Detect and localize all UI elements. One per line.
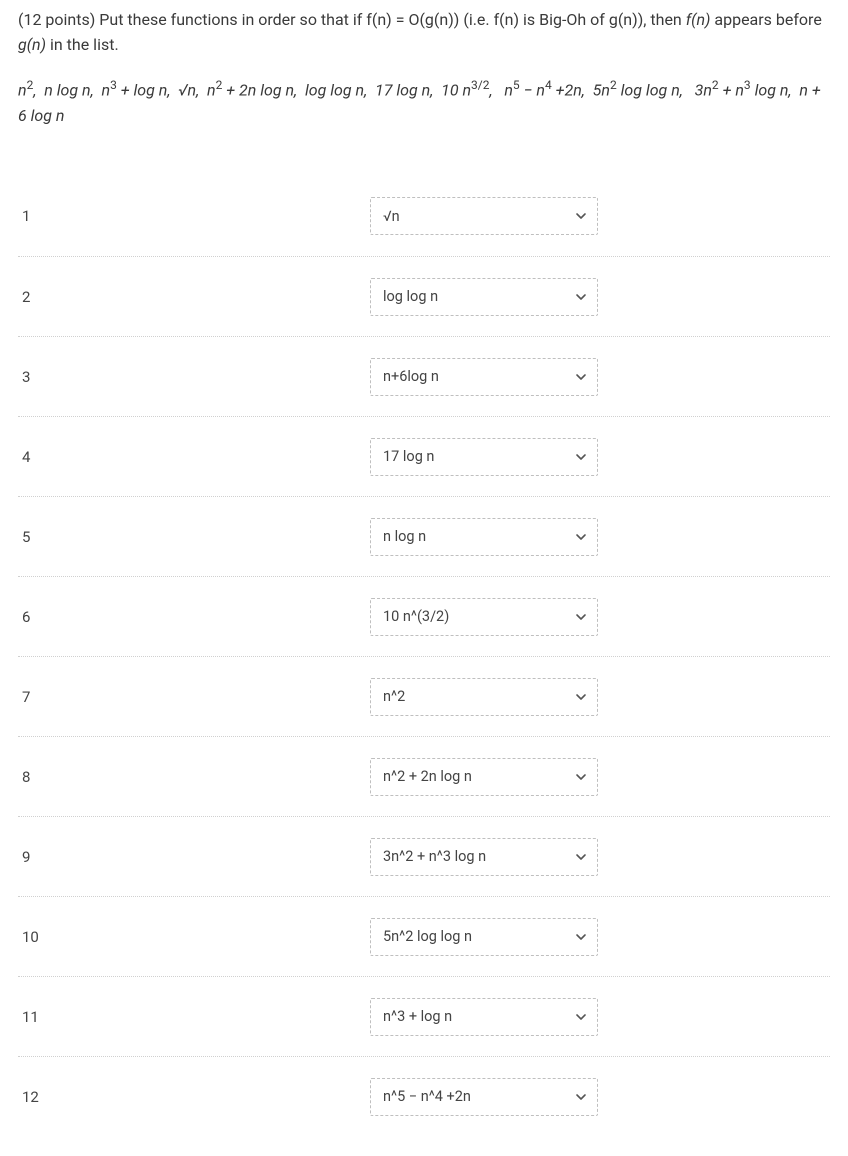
row-number: 8 xyxy=(18,768,370,786)
select-value: 10 n^(3/2) xyxy=(383,608,449,625)
answer-row: 9 3n^2 + n^3 log n xyxy=(18,816,830,896)
row-number: 11 xyxy=(18,1008,370,1026)
row-number: 7 xyxy=(18,688,370,706)
answer-rows: 1 √n 2 log log n 3 n+6log n xyxy=(18,176,830,1136)
select-value: log log n xyxy=(383,288,438,305)
answer-select[interactable]: n^2 xyxy=(370,678,598,716)
row-number: 3 xyxy=(18,368,370,386)
question-prefix: (12 points) Put these functions in order… xyxy=(18,10,686,29)
row-number: 1 xyxy=(18,207,370,225)
answer-row: 11 n^3 + log n xyxy=(18,976,830,1056)
select-value: n^2 + 2n log n xyxy=(383,768,472,785)
answer-row: 10 5n^2 log log n xyxy=(18,896,830,976)
chevron-down-icon xyxy=(575,771,587,783)
chevron-down-icon xyxy=(575,210,587,222)
row-number: 9 xyxy=(18,848,370,866)
chevron-down-icon xyxy=(575,611,587,623)
select-value: n log n xyxy=(383,528,426,545)
answer-select[interactable]: 10 n^(3/2) xyxy=(370,598,598,636)
row-number: 10 xyxy=(18,928,370,946)
row-number: 2 xyxy=(18,288,370,306)
answer-row: 4 17 log n xyxy=(18,416,830,496)
chevron-down-icon xyxy=(575,531,587,543)
answer-row: 6 10 n^(3/2) xyxy=(18,576,830,656)
answer-row: 7 n^2 xyxy=(18,656,830,736)
row-number: 12 xyxy=(18,1088,370,1106)
question-prompt: (12 points) Put these functions in order… xyxy=(18,8,830,58)
answer-row: 8 n^2 + 2n log n xyxy=(18,736,830,816)
question-mid: appears before xyxy=(710,10,821,29)
answer-row: 1 √n xyxy=(18,176,830,256)
question-em1: f(n) xyxy=(686,10,711,29)
answer-row: 12 n^5 − n^4 +2n xyxy=(18,1056,830,1136)
select-value: n+6log n xyxy=(383,368,439,385)
select-value: n^3 + log n xyxy=(383,1008,452,1025)
chevron-down-icon xyxy=(575,291,587,303)
chevron-down-icon xyxy=(575,451,587,463)
functions-list: n2, n log n, n3 + log n, √n, n2 + 2n log… xyxy=(18,76,830,129)
select-value: 5n^2 log log n xyxy=(383,928,472,945)
row-number: 4 xyxy=(18,448,370,466)
answer-select[interactable]: n^5 − n^4 +2n xyxy=(370,1078,598,1116)
question-suffix: in the list. xyxy=(46,35,119,54)
answer-select[interactable]: n^2 + 2n log n xyxy=(370,758,598,796)
chevron-down-icon xyxy=(575,691,587,703)
answer-select[interactable]: 3n^2 + n^3 log n xyxy=(370,838,598,876)
select-value: 3n^2 + n^3 log n xyxy=(383,848,486,865)
select-value: 17 log n xyxy=(383,448,434,465)
question-em2: g(n) xyxy=(18,35,46,54)
answer-row: 2 log log n xyxy=(18,256,830,336)
select-value: √n xyxy=(383,208,400,225)
answer-row: 5 n log n xyxy=(18,496,830,576)
answer-select[interactable]: n log n xyxy=(370,518,598,556)
answer-select[interactable]: √n xyxy=(370,197,598,235)
row-number: 5 xyxy=(18,528,370,546)
row-number: 6 xyxy=(18,608,370,626)
answer-row: 3 n+6log n xyxy=(18,336,830,416)
chevron-down-icon xyxy=(575,851,587,863)
chevron-down-icon xyxy=(575,1011,587,1023)
select-value: n^5 − n^4 +2n xyxy=(383,1088,471,1105)
answer-select[interactable]: n^3 + log n xyxy=(370,998,598,1036)
answer-select[interactable]: log log n xyxy=(370,278,598,316)
answer-select[interactable]: n+6log n xyxy=(370,358,598,396)
answer-select[interactable]: 5n^2 log log n xyxy=(370,918,598,956)
chevron-down-icon xyxy=(575,1091,587,1103)
chevron-down-icon xyxy=(575,371,587,383)
chevron-down-icon xyxy=(575,931,587,943)
select-value: n^2 xyxy=(383,688,405,705)
answer-select[interactable]: 17 log n xyxy=(370,438,598,476)
